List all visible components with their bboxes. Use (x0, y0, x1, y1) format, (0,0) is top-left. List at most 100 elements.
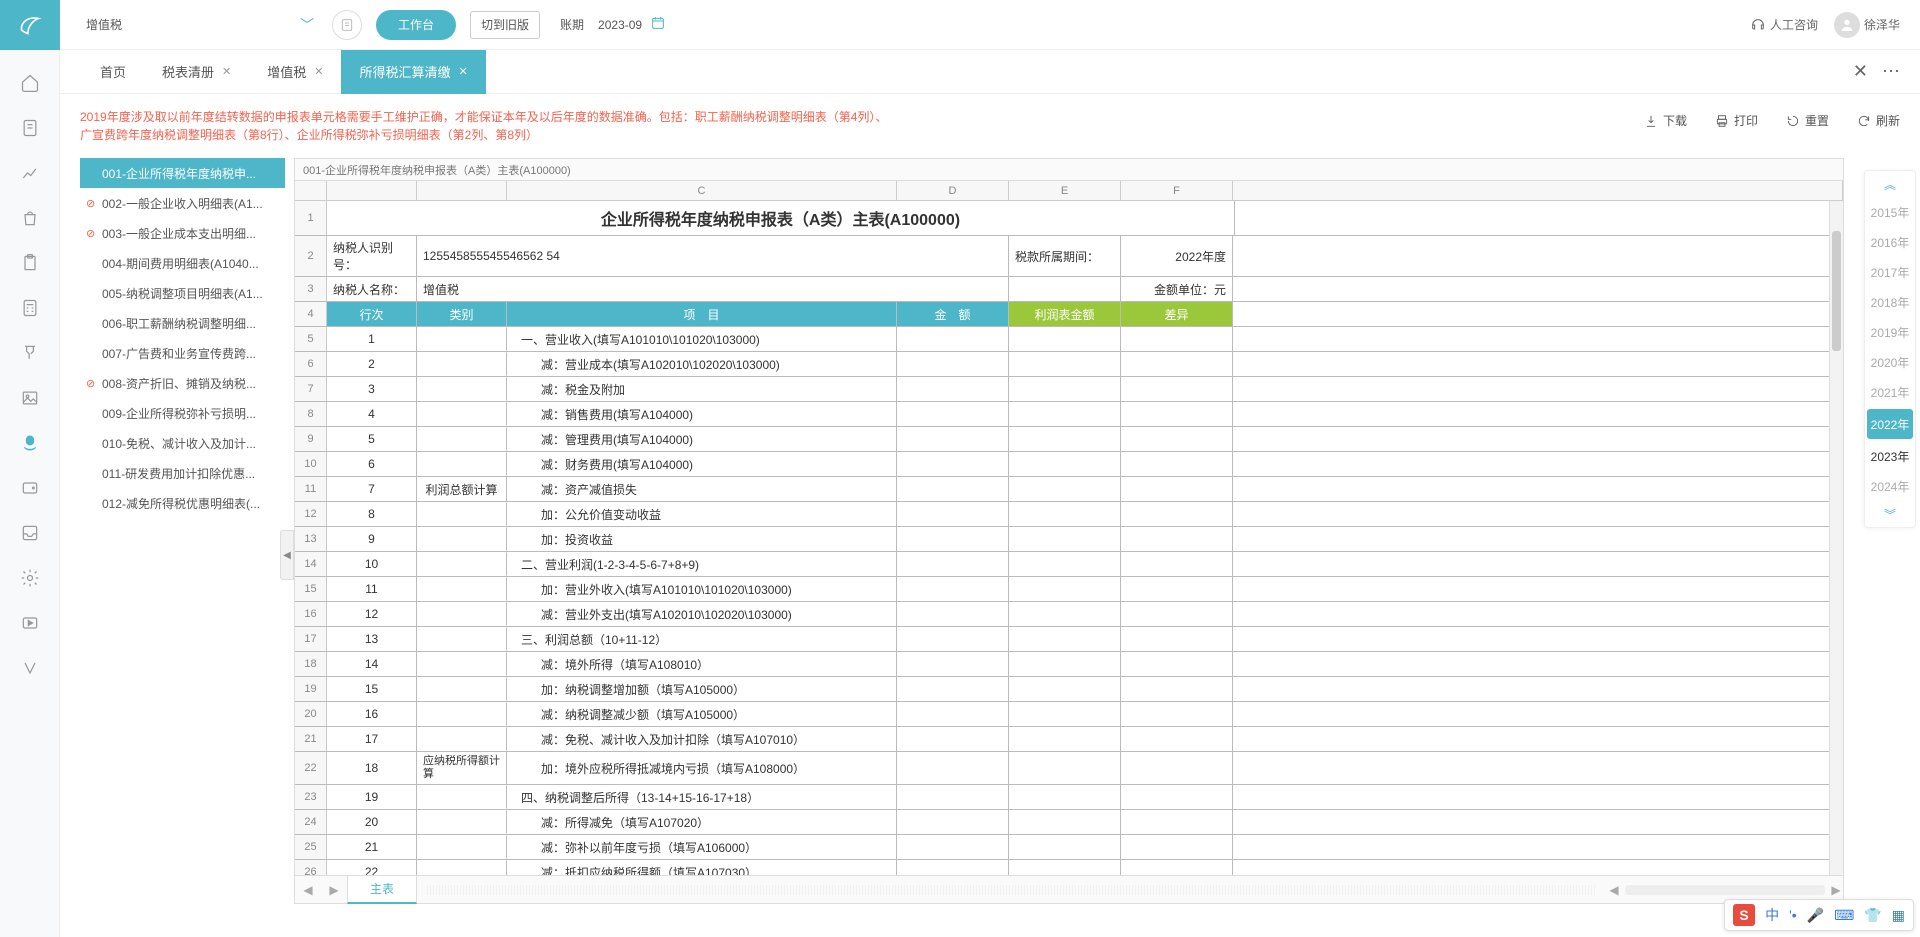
year-item[interactable]: 2024年 (1865, 471, 1915, 501)
nav-calc-icon[interactable] (0, 285, 60, 330)
amount-cell[interactable] (897, 602, 1009, 626)
year-item[interactable]: 2023年 (1865, 441, 1915, 471)
amount-cell[interactable] (897, 810, 1009, 834)
tree-item-8[interactable]: 009-企业所得税弥补亏损明... (80, 398, 285, 428)
profit-cell[interactable] (1009, 427, 1121, 451)
amount-cell[interactable] (897, 327, 1009, 351)
diff-cell[interactable] (1121, 785, 1233, 809)
year-up-icon[interactable]: ︽ (1865, 171, 1915, 197)
tab-3[interactable]: 所得税汇算清缴✕ (341, 50, 485, 94)
sheet-next-icon[interactable]: ▶ (321, 883, 347, 897)
tab-2[interactable]: 增值税✕ (249, 50, 341, 94)
profit-cell[interactable] (1009, 627, 1121, 651)
profit-cell[interactable] (1009, 452, 1121, 476)
amount-cell[interactable] (897, 452, 1009, 476)
diff-cell[interactable] (1121, 627, 1233, 651)
amount-cell[interactable] (897, 427, 1009, 451)
diff-cell[interactable] (1121, 402, 1233, 426)
diff-cell[interactable] (1121, 427, 1233, 451)
amount-cell[interactable] (897, 352, 1009, 376)
project-cell[interactable]: 减：抵扣应纳税所得额（填写A107030） (507, 860, 897, 875)
project-cell[interactable]: 减：资产减值损失 (507, 477, 897, 501)
nav-inbox-icon[interactable] (0, 510, 60, 555)
ime-punct-icon[interactable]: '• (1789, 907, 1797, 923)
tree-item-9[interactable]: 010-免税、减计收入及加计... (80, 428, 285, 458)
project-cell[interactable]: 三、利润总额（10+11-12） (507, 627, 897, 651)
profit-cell[interactable] (1009, 602, 1121, 626)
more-tabs-icon[interactable]: ⋯ (1882, 61, 1902, 82)
tree-item-2[interactable]: ⊘003-一般企业成本支出明细... (80, 218, 285, 248)
project-cell[interactable]: 加：纳税调整增加额（填写A105000） (507, 677, 897, 701)
tab-1[interactable]: 税表清册✕ (144, 50, 249, 94)
profit-cell[interactable] (1009, 477, 1121, 501)
ime-mode[interactable]: 中 (1765, 905, 1779, 925)
amount-cell[interactable] (897, 502, 1009, 526)
profit-cell[interactable] (1009, 552, 1121, 576)
switch-old-button[interactable]: 切到旧版 (470, 11, 540, 39)
collapse-tree-handle[interactable]: ◀ (280, 530, 294, 580)
ime-mic-icon[interactable]: 🎤 (1807, 907, 1824, 924)
download-button[interactable]: 下载 (1644, 112, 1687, 129)
tree-item-1[interactable]: ⊘002-一般企业收入明细表(A1... (80, 188, 285, 218)
amount-cell[interactable] (897, 527, 1009, 551)
year-item[interactable]: 2017年 (1865, 257, 1915, 287)
nav-home-icon[interactable] (0, 60, 60, 105)
user-menu[interactable]: 徐泽华 (1834, 12, 1900, 38)
project-cell[interactable]: 加：投资收益 (507, 527, 897, 551)
project-cell[interactable]: 减：管理费用(填写A104000) (507, 427, 897, 451)
close-icon[interactable]: ✕ (222, 65, 231, 78)
project-cell[interactable]: 减：税金及附加 (507, 377, 897, 401)
diff-cell[interactable] (1121, 810, 1233, 834)
nav-tax-icon[interactable] (0, 420, 60, 465)
diff-cell[interactable] (1121, 502, 1233, 526)
diff-cell[interactable] (1121, 602, 1233, 626)
ime-skin-icon[interactable]: 👕 (1864, 907, 1881, 924)
close-icon[interactable]: ✕ (314, 65, 323, 78)
sheet-prev-icon[interactable]: ◀ (295, 883, 321, 897)
amount-cell[interactable] (897, 752, 1009, 784)
refresh-button[interactable]: 刷新 (1857, 112, 1900, 129)
amount-cell[interactable] (897, 377, 1009, 401)
project-cell[interactable]: 减：境外所得（填写A108010） (507, 652, 897, 676)
nav-clipboard-icon[interactable] (0, 240, 60, 285)
nav-video-icon[interactable] (0, 600, 60, 645)
profit-cell[interactable] (1009, 835, 1121, 859)
amount-cell[interactable] (897, 702, 1009, 726)
project-cell[interactable]: 减：销售费用(填写A104000) (507, 402, 897, 426)
project-cell[interactable]: 减：财务费用(填写A104000) (507, 452, 897, 476)
profit-cell[interactable] (1009, 352, 1121, 376)
profit-cell[interactable] (1009, 527, 1121, 551)
nav-wallet-icon[interactable] (0, 465, 60, 510)
diff-cell[interactable] (1121, 652, 1233, 676)
profit-cell[interactable] (1009, 752, 1121, 784)
amount-cell[interactable] (897, 727, 1009, 751)
hscroll-right-icon[interactable]: ▶ (1829, 883, 1843, 897)
tree-item-11[interactable]: 012-减免所得税优惠明细表(... (80, 488, 285, 518)
project-cell[interactable]: 加：营业外收入(填写A101010\101020\103000) (507, 577, 897, 601)
year-item[interactable]: 2015年 (1865, 197, 1915, 227)
profit-cell[interactable] (1009, 652, 1121, 676)
diff-cell[interactable] (1121, 477, 1233, 501)
amount-cell[interactable] (897, 835, 1009, 859)
diff-cell[interactable] (1121, 452, 1233, 476)
tab-0[interactable]: 首页 (82, 50, 144, 94)
diff-cell[interactable] (1121, 727, 1233, 751)
project-cell[interactable]: 二、营业利润(1-2-3-4-5-6-7+8+9) (507, 552, 897, 576)
diff-cell[interactable] (1121, 527, 1233, 551)
amount-cell[interactable] (897, 402, 1009, 426)
project-cell[interactable]: 减：弥补以前年度亏损（填写A106000） (507, 835, 897, 859)
year-item[interactable]: 2018年 (1865, 287, 1915, 317)
vertical-scrollbar[interactable] (1829, 201, 1843, 875)
profit-cell[interactable] (1009, 327, 1121, 351)
ime-keyboard-icon[interactable]: ⌨ (1834, 907, 1854, 924)
project-cell[interactable]: 一、营业收入(填写A101010\101020\103000) (507, 327, 897, 351)
tree-item-10[interactable]: 011-研发费用加计扣除优惠... (80, 458, 285, 488)
diff-cell[interactable] (1121, 860, 1233, 875)
diff-cell[interactable] (1121, 377, 1233, 401)
nav-bag-icon[interactable] (0, 195, 60, 240)
amount-cell[interactable] (897, 627, 1009, 651)
app-logo[interactable] (0, 0, 60, 50)
amount-cell[interactable] (897, 577, 1009, 601)
horizontal-scrollbar[interactable] (1625, 885, 1825, 895)
close-icon[interactable]: ✕ (459, 65, 468, 78)
